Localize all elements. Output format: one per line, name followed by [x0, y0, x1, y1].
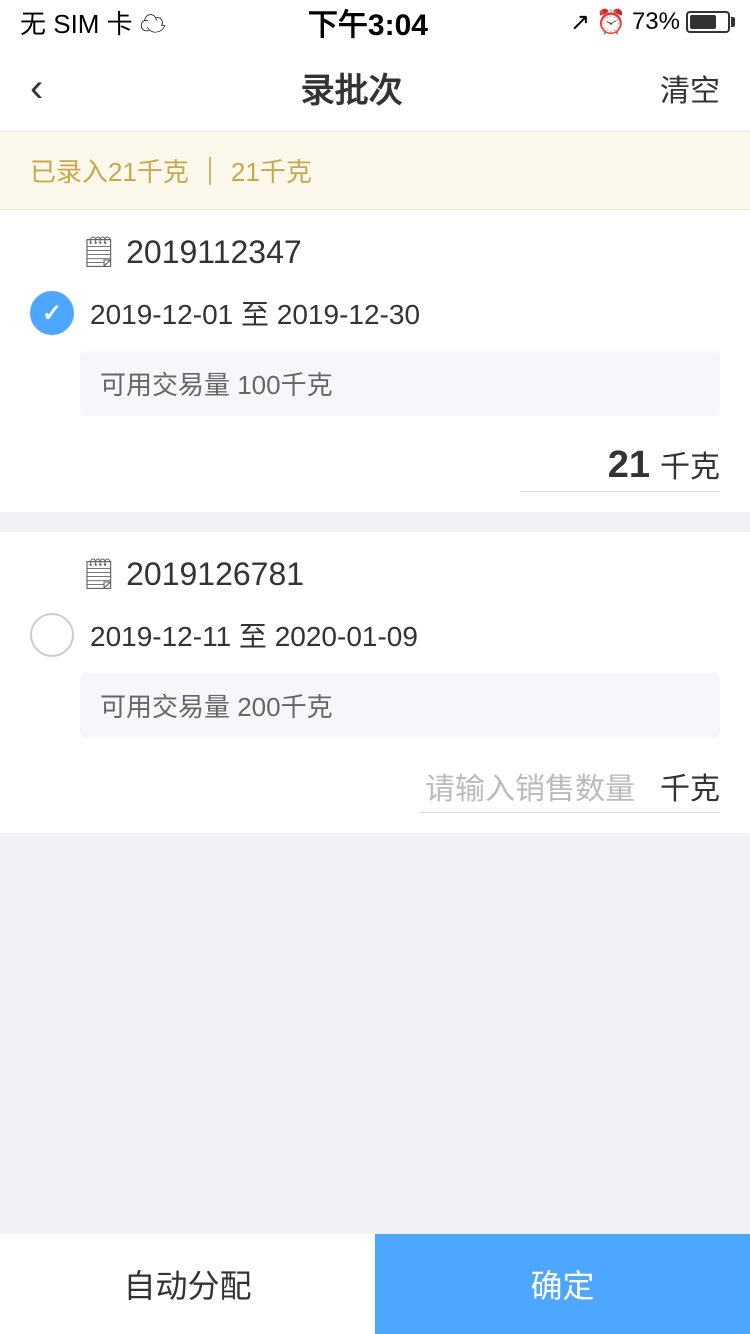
batch-icon-2: 🗒: [80, 557, 118, 592]
summary-bar: 已录入21千克 21千克: [0, 132, 750, 210]
batch-card-1: 🗒 2019112347 ✓ 2019-12-01 至 2019-12-30 可…: [0, 210, 750, 512]
batch-date-1: 2019-12-01 至 2019-12-30: [90, 293, 420, 333]
status-right: ↗ ⏰ 73%: [570, 8, 730, 37]
batch-date-row-1: ✓ 2019-12-01 至 2019-12-30: [0, 281, 750, 345]
available-row-1: 可用交易量 100千克: [80, 351, 720, 416]
batch-id-2: 🗒 2019126781: [80, 556, 720, 593]
sales-quantity-input[interactable]: [264, 773, 650, 807]
batch-icon-1: 🗒: [80, 235, 118, 270]
batch-date-2: 2019-12-11 至 2020-01-09: [90, 615, 418, 655]
status-bar: 无 SIM 卡 ☁ 下午3:04 ↗ ⏰ 73%: [0, 0, 750, 44]
amount-input-row-2: 千克: [0, 748, 750, 833]
batch-id-1: 🗒 2019112347: [80, 234, 720, 271]
content-area: 🗒 2019112347 ✓ 2019-12-01 至 2019-12-30 可…: [0, 210, 750, 1333]
total-amount: 21千克: [231, 152, 312, 189]
batch-radio-1[interactable]: ✓: [30, 291, 74, 335]
summary-divider: [209, 157, 211, 185]
battery-percent: 73%: [632, 8, 680, 36]
batch-card-2: 🗒 2019126781 2019-12-11 至 2020-01-09 可用交…: [0, 532, 750, 833]
location-icon: ↗: [570, 8, 590, 37]
recorded-amount: 已录入21千克: [30, 152, 189, 189]
amount-unit-2: 千克: [660, 764, 720, 808]
batch-date-row-2: 2019-12-11 至 2020-01-09: [0, 603, 750, 667]
no-sim-label: 无 SIM 卡 ☁: [20, 4, 166, 41]
amount-row-1: 21 千克: [0, 426, 750, 512]
batch-id-text-2: 2019126781: [126, 556, 304, 593]
batch-header-1: 🗒 2019112347: [0, 210, 750, 281]
amount-unit-1: 千克: [660, 442, 720, 486]
page-title: 录批次: [301, 63, 403, 112]
status-left: 无 SIM 卡 ☁: [20, 4, 166, 41]
batch-id-text-1: 2019112347: [126, 234, 302, 271]
amount-value-1: 21: [608, 444, 650, 487]
nav-bar: ‹ 录批次 清空: [0, 44, 750, 132]
clear-button[interactable]: 清空: [660, 66, 720, 110]
available-row-2: 可用交易量 200千克: [80, 673, 720, 738]
check-icon-1: ✓: [42, 299, 62, 328]
batch-radio-2[interactable]: [30, 613, 74, 657]
confirm-button[interactable]: 确定: [375, 1234, 750, 1334]
batch-header-2: 🗒 2019126781: [0, 532, 750, 603]
bottom-filler: [0, 833, 750, 1233]
back-button[interactable]: ‹: [30, 68, 43, 108]
auto-distribute-button[interactable]: 自动分配: [0, 1234, 375, 1334]
battery-icon: [686, 11, 730, 33]
card-separator: [0, 512, 750, 532]
status-time: 下午3:04: [308, 0, 428, 44]
bottom-bar: 自动分配 确定: [0, 1234, 750, 1334]
alarm-icon: ⏰: [596, 8, 626, 37]
